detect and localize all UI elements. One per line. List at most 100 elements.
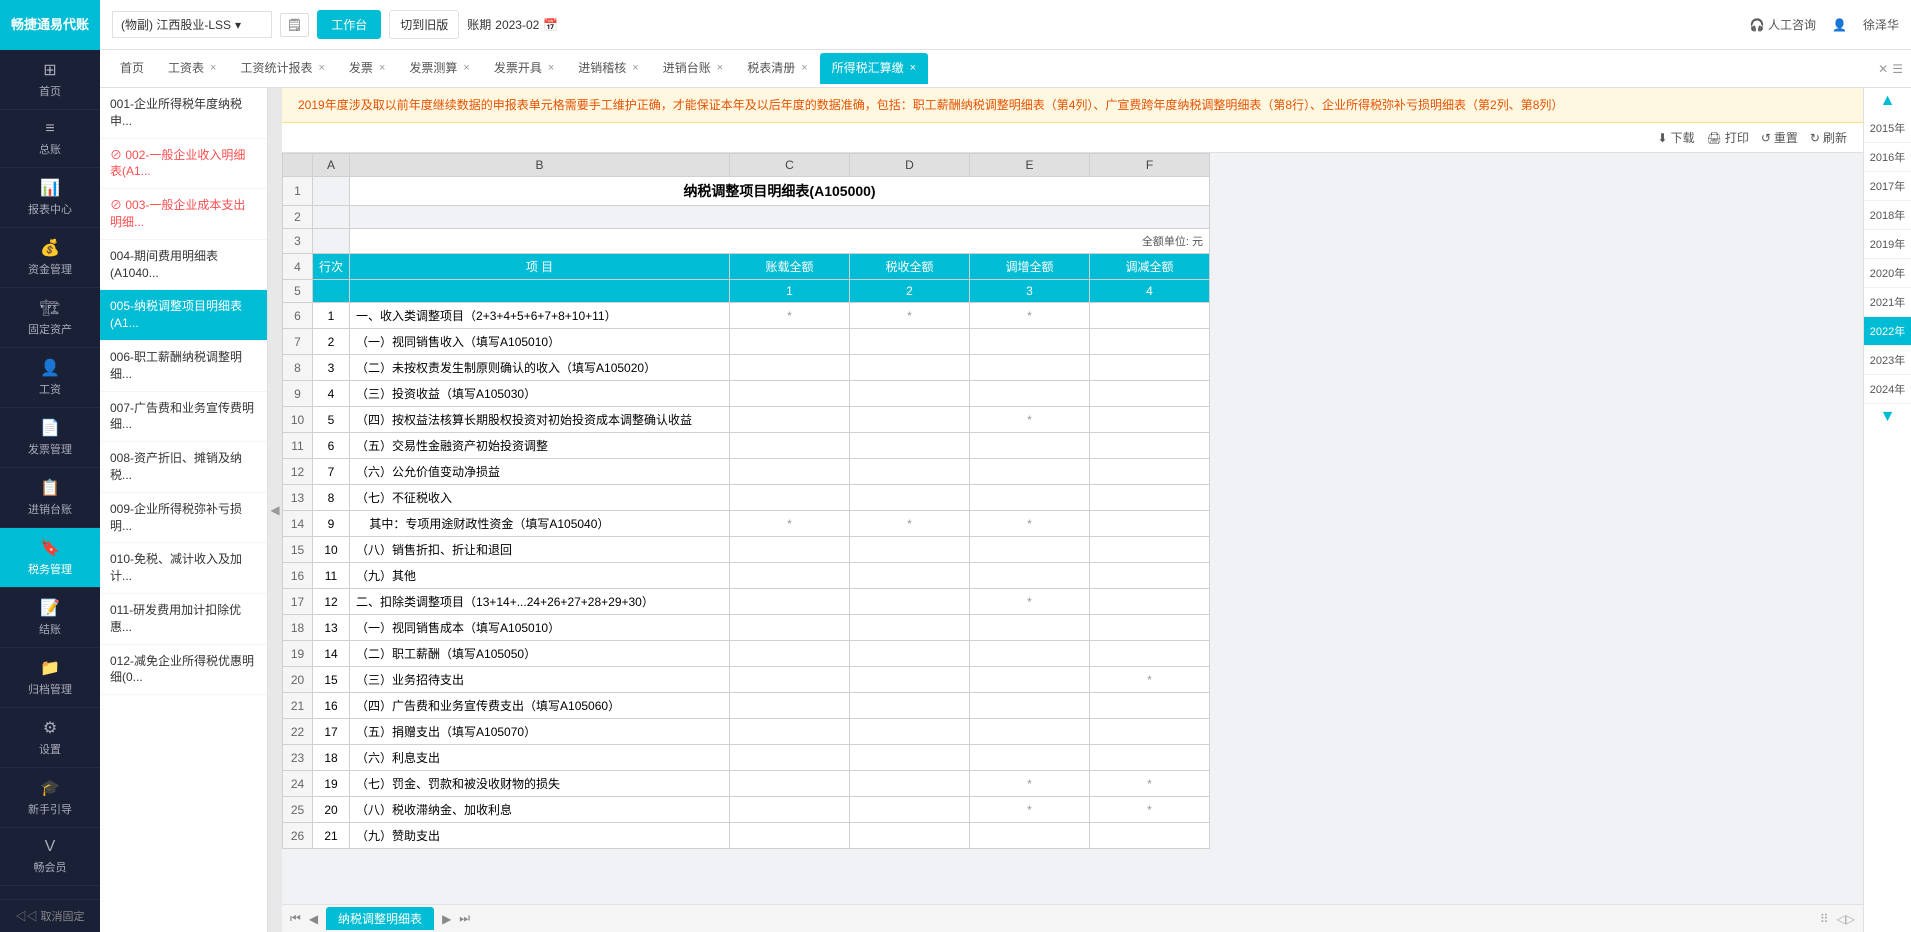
invoice-icon: 📄 bbox=[40, 418, 60, 438]
year-2019[interactable]: 2019年 bbox=[1864, 230, 1911, 259]
left-item-011[interactable]: 011-研发费用加计扣除优惠... bbox=[100, 594, 267, 645]
sidebar-item-label: 新手引导 bbox=[28, 801, 72, 817]
nav-next-icon[interactable]: ▶ bbox=[442, 912, 451, 926]
year-2018[interactable]: 2018年 bbox=[1864, 201, 1911, 230]
year-2022[interactable]: 2022年 bbox=[1864, 317, 1911, 346]
left-item-004[interactable]: 004-期间费用明细表(A1040... bbox=[100, 240, 267, 291]
sidebar-item-payroll[interactable]: 👤 工资 bbox=[0, 348, 100, 408]
close-icon[interactable]: × bbox=[318, 62, 324, 74]
left-item-008[interactable]: 008-资产折旧、摊销及纳税... bbox=[100, 442, 267, 493]
nav-more-icon[interactable]: ☰ bbox=[1892, 62, 1903, 76]
table-row: 22 17 （五）捐赠支出（填写A105070） bbox=[283, 719, 1210, 745]
oldver-button[interactable]: 切到旧版 bbox=[389, 10, 459, 39]
sidebar-item-settings[interactable]: ⚙ 设置 bbox=[0, 708, 100, 768]
year-2017[interactable]: 2017年 bbox=[1864, 172, 1911, 201]
left-item-012[interactable]: 012-减免企业所得税优惠明细(0... bbox=[100, 645, 267, 696]
left-item-003[interactable]: 003-一般企业成本支出明细... bbox=[100, 189, 267, 240]
sidebar-item-tax[interactable]: 🔖 税务管理 bbox=[0, 528, 100, 588]
refresh-button[interactable]: ↻ 刷新 bbox=[1810, 129, 1847, 146]
close-icon[interactable]: × bbox=[379, 62, 385, 74]
tab-invoice-calc[interactable]: 发票测算× bbox=[397, 53, 481, 84]
tab-home[interactable]: 首页 bbox=[108, 53, 156, 84]
year-2024[interactable]: 2024年 bbox=[1864, 375, 1911, 404]
download-icon: ⬇ bbox=[1658, 131, 1668, 145]
year-2015[interactable]: 2015年 bbox=[1864, 114, 1911, 143]
left-item-005[interactable]: 005-纳税调整项目明细表(A1... bbox=[100, 290, 267, 341]
app-logo: 畅捷通易代账 bbox=[0, 0, 100, 50]
nav-last-icon[interactable]: ⏭ bbox=[459, 911, 470, 926]
user-avatar: 👤 bbox=[1832, 18, 1847, 32]
sidebar-item-label: 畅会员 bbox=[34, 859, 67, 875]
nav-prev-icon[interactable]: ◀ bbox=[309, 912, 318, 926]
guide-icon: 🎓 bbox=[40, 778, 60, 798]
left-item-002[interactable]: 002-一般企业收入明细表(A1... bbox=[100, 139, 267, 190]
sidebar-item-report[interactable]: 📊 报表中心 bbox=[0, 168, 100, 228]
tab-invoice-open[interactable]: 发票开具× bbox=[482, 53, 566, 84]
sidebar-item-assets[interactable]: 🏗 固定资产 bbox=[0, 288, 100, 348]
calendar-icon[interactable]: 📅 bbox=[543, 18, 558, 32]
year-panel: ▲ 2015年 2016年 2017年 2018年 2019年 2020年 20… bbox=[1863, 88, 1911, 932]
sidebar-item-invoice[interactable]: 📄 发票管理 bbox=[0, 408, 100, 468]
close-all-icon[interactable]: ✕ bbox=[1878, 62, 1888, 76]
close-icon[interactable]: × bbox=[910, 62, 916, 74]
tab-sales-ledger[interactable]: 进销台账× bbox=[651, 53, 735, 84]
horizontal-scroll[interactable]: ◁▷ bbox=[1837, 912, 1855, 926]
table-row: 12 7 （六）公允价值变动净损益 bbox=[283, 459, 1210, 485]
main-area: (物副) 江西股业-LSS ▾ 🗒 工作台 切到旧版 账期 2023-02 📅 … bbox=[100, 0, 1911, 932]
table-row: 13 8 （七）不征税收入 bbox=[283, 485, 1210, 511]
left-item-006[interactable]: 006-职工薪酬纳税调整明细... bbox=[100, 341, 267, 392]
sidebar-item-closing[interactable]: 📝 结账 bbox=[0, 588, 100, 648]
left-item-001[interactable]: 001-企业所得税年度纳税申... bbox=[100, 88, 267, 139]
payroll-icon: 👤 bbox=[40, 358, 60, 378]
support-link[interactable]: 🎧 人工咨询 bbox=[1750, 16, 1816, 33]
close-icon[interactable]: × bbox=[632, 62, 638, 74]
close-icon[interactable]: × bbox=[548, 62, 554, 74]
sidebar-item-label: 归档管理 bbox=[28, 681, 72, 697]
sidebar-pin-toggle[interactable]: ◁◁ 取消固定 bbox=[0, 899, 100, 932]
year-2020[interactable]: 2020年 bbox=[1864, 259, 1911, 288]
year-2023[interactable]: 2023年 bbox=[1864, 346, 1911, 375]
download-button[interactable]: ⬇ 下载 bbox=[1658, 129, 1695, 146]
bottom-tab-adjust[interactable]: 纳税调整明细表 bbox=[326, 907, 434, 930]
sheet-wrapper[interactable]: A B C D E F 1 纳税调整项目明细表(A1 bbox=[282, 153, 1863, 904]
sidebar-item-home[interactable]: ⊞ 首页 bbox=[0, 50, 100, 110]
print-button[interactable]: 🖨 打印 bbox=[1707, 129, 1749, 146]
sidebar-item-purchase[interactable]: 📋 进销台账 bbox=[0, 468, 100, 528]
panel-collapse-handle[interactable]: ◀ bbox=[268, 88, 282, 932]
pin-icon: ◁◁ bbox=[15, 911, 37, 923]
headset-icon: 🎧 bbox=[1750, 18, 1765, 32]
table-row: 18 13 （一）视同销售成本（填写A105010） bbox=[283, 615, 1210, 641]
nav-first-icon[interactable]: ⏮ bbox=[290, 911, 301, 926]
company-selector[interactable]: (物副) 江西股业-LSS ▾ bbox=[112, 11, 272, 38]
sidebar-item-archive[interactable]: 📁 归档管理 bbox=[0, 648, 100, 708]
company-info-button[interactable]: 🗒 bbox=[280, 13, 309, 37]
left-item-007[interactable]: 007-广告费和业务宣传费明细... bbox=[100, 392, 267, 443]
close-icon[interactable]: × bbox=[801, 62, 807, 74]
finance-icon: 💰 bbox=[40, 238, 60, 258]
year-up-icon[interactable]: ▲ bbox=[1876, 88, 1900, 114]
sidebar-item-finance[interactable]: 💰 资金管理 bbox=[0, 228, 100, 288]
close-icon[interactable]: × bbox=[463, 62, 469, 74]
sidebar-item-ledger[interactable]: ≡ 总账 bbox=[0, 110, 100, 168]
tab-income-tax[interactable]: 所得税汇算缴× bbox=[820, 53, 928, 84]
left-item-009[interactable]: 009-企业所得税弥补亏损明... bbox=[100, 493, 267, 544]
tab-sales-audit[interactable]: 进销稽核× bbox=[566, 53, 650, 84]
tab-invoice[interactable]: 发票× bbox=[337, 53, 397, 84]
year-2021[interactable]: 2021年 bbox=[1864, 288, 1911, 317]
assets-icon: 🏗 bbox=[40, 298, 60, 318]
reset-button[interactable]: ↺ 重置 bbox=[1761, 129, 1798, 146]
year-down-icon[interactable]: ▼ bbox=[1876, 404, 1900, 430]
left-item-010[interactable]: 010-免税、减计收入及加计... bbox=[100, 543, 267, 594]
close-icon[interactable]: × bbox=[717, 62, 723, 74]
year-2016[interactable]: 2016年 bbox=[1864, 143, 1911, 172]
tab-payroll-stats[interactable]: 工资统计报表× bbox=[228, 53, 336, 84]
sidebar-item-guide[interactable]: 🎓 新手引导 bbox=[0, 768, 100, 828]
sidebar-item-vip[interactable]: V 畅会员 bbox=[0, 828, 100, 886]
tab-payroll[interactable]: 工资表× bbox=[156, 53, 228, 84]
sidebar-item-label: 结账 bbox=[39, 621, 61, 637]
worktable-button[interactable]: 工作台 bbox=[317, 10, 381, 39]
close-icon[interactable]: × bbox=[210, 62, 216, 74]
sheet-table: A B C D E F 1 纳税调整项目明细表(A1 bbox=[282, 153, 1210, 849]
tab-tax-list[interactable]: 税表清册× bbox=[735, 53, 819, 84]
topbar-right: 🎧 人工咨询 👤 徐泽华 bbox=[1750, 16, 1899, 33]
